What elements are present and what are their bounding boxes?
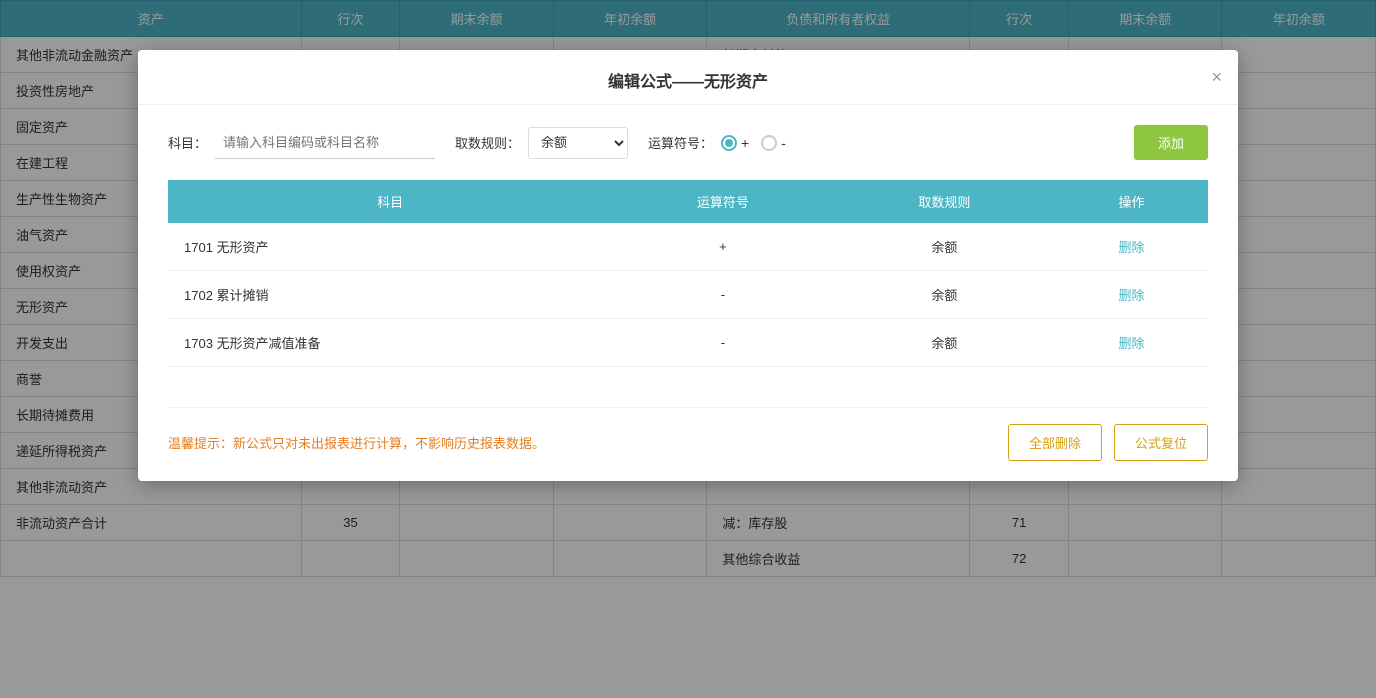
formula-subject: 1703 无形资产减值准备 [168, 319, 612, 367]
delete-link[interactable]: 删除 [1119, 288, 1145, 303]
th-operator: 运算符号 [612, 180, 833, 223]
formula-action: 删除 [1055, 271, 1208, 319]
modal-close-button[interactable]: × [1211, 68, 1222, 86]
formula-table-row: 1702 累计摊销 - 余额 删除 [168, 271, 1208, 319]
formula-rule: 余额 [834, 271, 1055, 319]
th-rule: 取数规则 [834, 180, 1055, 223]
th-action: 操作 [1055, 180, 1208, 223]
radio-plus-circle [721, 135, 737, 151]
formula-operator: - [612, 271, 833, 319]
modal-body: 科目： 取数规则： 余额 借方 贷方 期初余额 运算符号： [138, 105, 1238, 407]
formula-table: 科目 运算符号 取数规则 操作 1701 无形资产 + 余额 删除 1702 累… [168, 180, 1208, 367]
operator-radio-group: + - [721, 135, 786, 151]
rule-select-wrapper: 余额 借方 贷方 期初余额 [528, 127, 628, 159]
footer-buttons: 全部删除 公式复位 [1008, 424, 1208, 461]
formula-rule: 余额 [834, 223, 1055, 271]
operator-field: 运算符号： + - [648, 133, 786, 152]
rule-label: 取数规则： [455, 133, 520, 152]
operator-label: 运算符号： [648, 133, 713, 152]
subject-field: 科目： [168, 127, 435, 159]
formula-form-row: 科目： 取数规则： 余额 借方 贷方 期初余额 运算符号： [168, 125, 1208, 160]
radio-minus-circle [761, 135, 777, 151]
formula-operator: - [612, 319, 833, 367]
operator-plus-radio[interactable]: + [721, 135, 749, 151]
modal-title: 编辑公式——无形资产 [608, 74, 768, 91]
formula-table-row: 1701 无形资产 + 余额 删除 [168, 223, 1208, 271]
operator-plus-label: + [741, 135, 749, 151]
formula-rule: 余额 [834, 319, 1055, 367]
hint-text: 温馨提示：新公式只对未出报表进行计算，不影响历史报表数据。 [168, 433, 545, 452]
formula-operator: + [612, 223, 833, 271]
reset-formula-button[interactable]: 公式复位 [1114, 424, 1208, 461]
operator-minus-label: - [781, 135, 786, 151]
edit-formula-modal: 编辑公式——无形资产 × 科目： 取数规则： 余额 借方 贷方 期初余额 [138, 50, 1238, 481]
formula-action: 删除 [1055, 223, 1208, 271]
rule-select[interactable]: 余额 借方 贷方 期初余额 [528, 127, 628, 159]
modal-footer: 温馨提示：新公式只对未出报表进行计算，不影响历史报表数据。 全部删除 公式复位 [138, 408, 1238, 481]
subject-label: 科目： [168, 133, 207, 152]
modal-header: 编辑公式——无形资产 × [138, 50, 1238, 105]
delete-link[interactable]: 删除 [1119, 336, 1145, 351]
formula-subject: 1701 无形资产 [168, 223, 612, 271]
subject-input[interactable] [215, 127, 435, 159]
table-header-row: 科目 运算符号 取数规则 操作 [168, 180, 1208, 223]
delete-link[interactable]: 删除 [1119, 240, 1145, 255]
th-subject: 科目 [168, 180, 612, 223]
formula-table-row: 1703 无形资产减值准备 - 余额 删除 [168, 319, 1208, 367]
operator-minus-radio[interactable]: - [761, 135, 786, 151]
formula-subject: 1702 累计摊销 [168, 271, 612, 319]
formula-action: 删除 [1055, 319, 1208, 367]
rule-field: 取数规则： 余额 借方 贷方 期初余额 [455, 127, 628, 159]
add-button[interactable]: 添加 [1134, 125, 1208, 160]
delete-all-button[interactable]: 全部删除 [1008, 424, 1102, 461]
